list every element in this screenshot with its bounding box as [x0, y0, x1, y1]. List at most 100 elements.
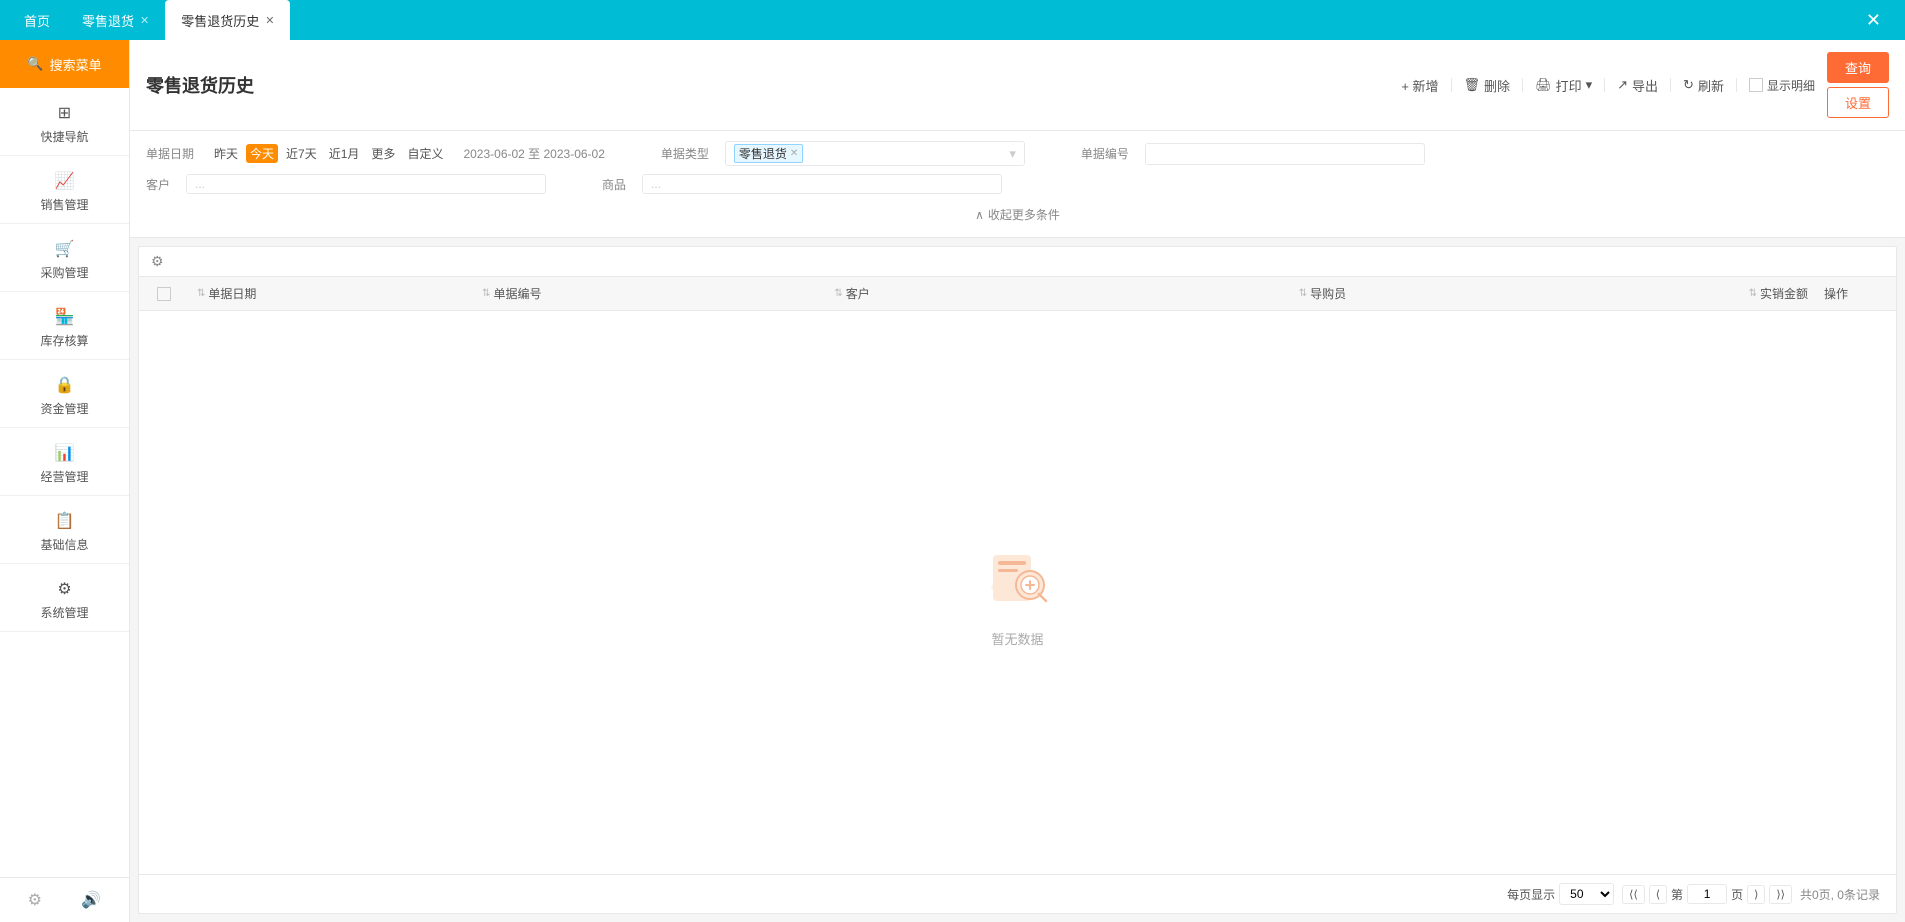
divider-1: [1451, 78, 1452, 92]
table-settings-icon[interactable]: ⚙: [151, 253, 164, 270]
sidebar-search[interactable]: 🔍 搜索菜单: [0, 40, 129, 88]
sidebar-volume-button[interactable]: 🔊: [73, 886, 109, 914]
basic-info-icon: 📋: [54, 510, 76, 532]
th-date[interactable]: ⇅ 单据日期: [189, 285, 474, 302]
search-icon: 🔍: [27, 56, 43, 72]
query-button[interactable]: 查询: [1827, 52, 1889, 83]
goods-input[interactable]: ...: [642, 174, 1002, 194]
sidebar-item-label: 系统管理: [40, 604, 88, 621]
sidebar-item-basic-info[interactable]: 📋 基础信息: [0, 496, 129, 564]
tab-home-label: 首页: [24, 11, 50, 30]
date-opt-today[interactable]: 今天: [246, 144, 278, 163]
page-size-selector: 每页显示 50 10 20 100: [1507, 883, 1614, 905]
th-guide[interactable]: ⇅ 导购员: [1291, 285, 1576, 302]
export-button[interactable]: ↗ 导出: [1617, 76, 1658, 95]
window-close-button[interactable]: ✕: [1858, 6, 1889, 35]
page-unit: 页: [1731, 886, 1743, 903]
date-opt-yesterday[interactable]: 昨天: [210, 144, 242, 163]
th-num-label: 单据编号: [493, 285, 541, 302]
sidebar-search-label: 搜索菜单: [50, 55, 102, 74]
export-icon: ↗: [1617, 77, 1628, 93]
top-bar-right: ✕: [1858, 6, 1905, 35]
tab-retail-return[interactable]: 零售退货 ✕: [66, 0, 165, 40]
page-next-button[interactable]: ⟩: [1747, 885, 1765, 904]
date-options: 昨天 今天 近7天 近1月 更多 自定义: [210, 144, 447, 163]
date-range-display: 2023-06-02 至 2023-06-02: [463, 145, 604, 162]
page-prev-button[interactable]: ⟨: [1649, 885, 1667, 904]
doc-num-input[interactable]: [1145, 143, 1425, 165]
page-last-button[interactable]: ⟩⟩: [1769, 885, 1792, 904]
date-opt-more[interactable]: 更多: [367, 144, 399, 163]
delete-icon: 🗑: [1464, 77, 1481, 93]
date-filter-label: 单据日期: [146, 145, 194, 162]
print-button[interactable]: 🖨 打印 ▾: [1535, 76, 1592, 95]
sidebar-item-quick-nav[interactable]: ⊞ 快捷导航: [0, 88, 129, 156]
main-layout: 🔍 搜索菜单 ⊞ 快捷导航 📈 销售管理 🛒 采购管理 🏪 库存核算 🔒: [0, 40, 1905, 922]
sidebar-item-label: 库存核算: [40, 332, 88, 349]
tab-retail-return-history-label: 零售退货历史: [181, 11, 259, 30]
sort-icon: ⇅: [197, 288, 205, 299]
sidebar-nav: ⊞ 快捷导航 📈 销售管理 🛒 采购管理 🏪 库存核算 🔒 资金管理 📊: [0, 88, 129, 877]
purchase-mgmt-icon: 🛒: [54, 238, 76, 260]
content-area: 零售退货历史 + 新增 🗑 删除 🖨 打印 ▾ ↗: [130, 40, 1905, 922]
sidebar-item-operations[interactable]: 📊 经营管理: [0, 428, 129, 496]
th-num[interactable]: ⇅ 单据编号: [474, 285, 826, 302]
export-label: 导出: [1632, 76, 1658, 95]
new-label: + 新增: [1401, 76, 1438, 95]
sidebar-item-inventory[interactable]: 🏪 库存核算: [0, 292, 129, 360]
operations-icon: 📊: [54, 442, 76, 464]
divider-5: [1736, 78, 1737, 92]
empty-text: 暂无数据: [991, 629, 1043, 648]
goods-placeholder: ...: [651, 177, 661, 191]
refresh-button[interactable]: ↻ 刷新: [1683, 76, 1724, 95]
tab-retail-return-close[interactable]: ✕: [140, 14, 149, 27]
date-opt-1month[interactable]: 近1月: [325, 144, 364, 163]
divider-3: [1604, 78, 1605, 92]
finance-icon: 🔒: [54, 374, 76, 396]
empty-state: 暂无数据: [139, 311, 1896, 874]
show-detail-checkbox[interactable]: [1749, 78, 1763, 92]
date-opt-7days[interactable]: 近7天: [282, 144, 321, 163]
goods-label: 商品: [602, 176, 626, 193]
doc-type-tag-value: 零售退货: [739, 145, 787, 162]
doc-type-input[interactable]: 零售退货 ✕ ▾: [725, 141, 1025, 166]
delete-button[interactable]: 🗑 删除: [1464, 76, 1511, 95]
system-mgmt-icon: ⚙: [54, 578, 76, 600]
th-customer[interactable]: ⇅ 客户: [826, 285, 1290, 302]
sort-icon: ⇅: [834, 288, 842, 299]
tab-home[interactable]: 首页: [8, 0, 66, 40]
setting-button[interactable]: 设置: [1827, 87, 1889, 118]
new-button[interactable]: + 新增: [1401, 76, 1438, 95]
content-header: 零售退货历史 + 新增 🗑 删除 🖨 打印 ▾ ↗: [130, 40, 1905, 131]
sidebar-item-purchase-mgmt[interactable]: 🛒 采购管理: [0, 224, 129, 292]
collapse-icon: ∧: [975, 208, 984, 222]
filter-area: 单据日期 昨天 今天 近7天 近1月 更多 自定义 2023-06-02 至 2…: [130, 131, 1905, 238]
collapse-button[interactable]: ∧ 收起更多条件: [963, 202, 1072, 227]
th-action-label: 操作: [1824, 285, 1848, 302]
doc-type-label: 单据类型: [661, 145, 709, 162]
page-first-button[interactable]: ⟨⟨: [1622, 885, 1645, 904]
select-all-checkbox[interactable]: [157, 287, 171, 301]
th-amount[interactable]: ⇅ 实销金额: [1576, 285, 1816, 302]
divider-4: [1670, 78, 1671, 92]
sort-icon: ⇅: [482, 288, 490, 299]
th-guide-label: 导购员: [1310, 285, 1346, 302]
sidebar-item-sales-mgmt[interactable]: 📈 销售管理: [0, 156, 129, 224]
doc-type-tag-close[interactable]: ✕: [790, 148, 798, 159]
tab-retail-return-label: 零售退货: [82, 11, 134, 30]
th-action: 操作: [1816, 285, 1896, 302]
page-size-select[interactable]: 50 10 20 100: [1559, 883, 1614, 905]
sidebar-item-finance[interactable]: 🔒 资金管理: [0, 360, 129, 428]
customer-input[interactable]: ...: [186, 174, 546, 194]
tab-retail-return-history[interactable]: 零售退货历史 ✕: [165, 0, 290, 40]
top-bar: 首页 零售退货 ✕ 零售退货历史 ✕ ✕: [0, 0, 1905, 40]
page-number-input[interactable]: [1687, 884, 1727, 904]
tab-retail-return-history-close[interactable]: ✕: [265, 14, 274, 27]
th-amount-label: 实销金额: [1760, 285, 1808, 302]
sidebar-settings-button[interactable]: ⚙: [20, 886, 50, 914]
empty-icon: [978, 537, 1058, 617]
date-opt-custom[interactable]: 自定义: [403, 144, 447, 163]
sidebar-item-system-mgmt[interactable]: ⚙ 系统管理: [0, 564, 129, 632]
toolbar: + 新增 🗑 删除 🖨 打印 ▾ ↗ 导出: [1401, 52, 1889, 130]
sort-icon: ⇅: [1299, 288, 1307, 299]
